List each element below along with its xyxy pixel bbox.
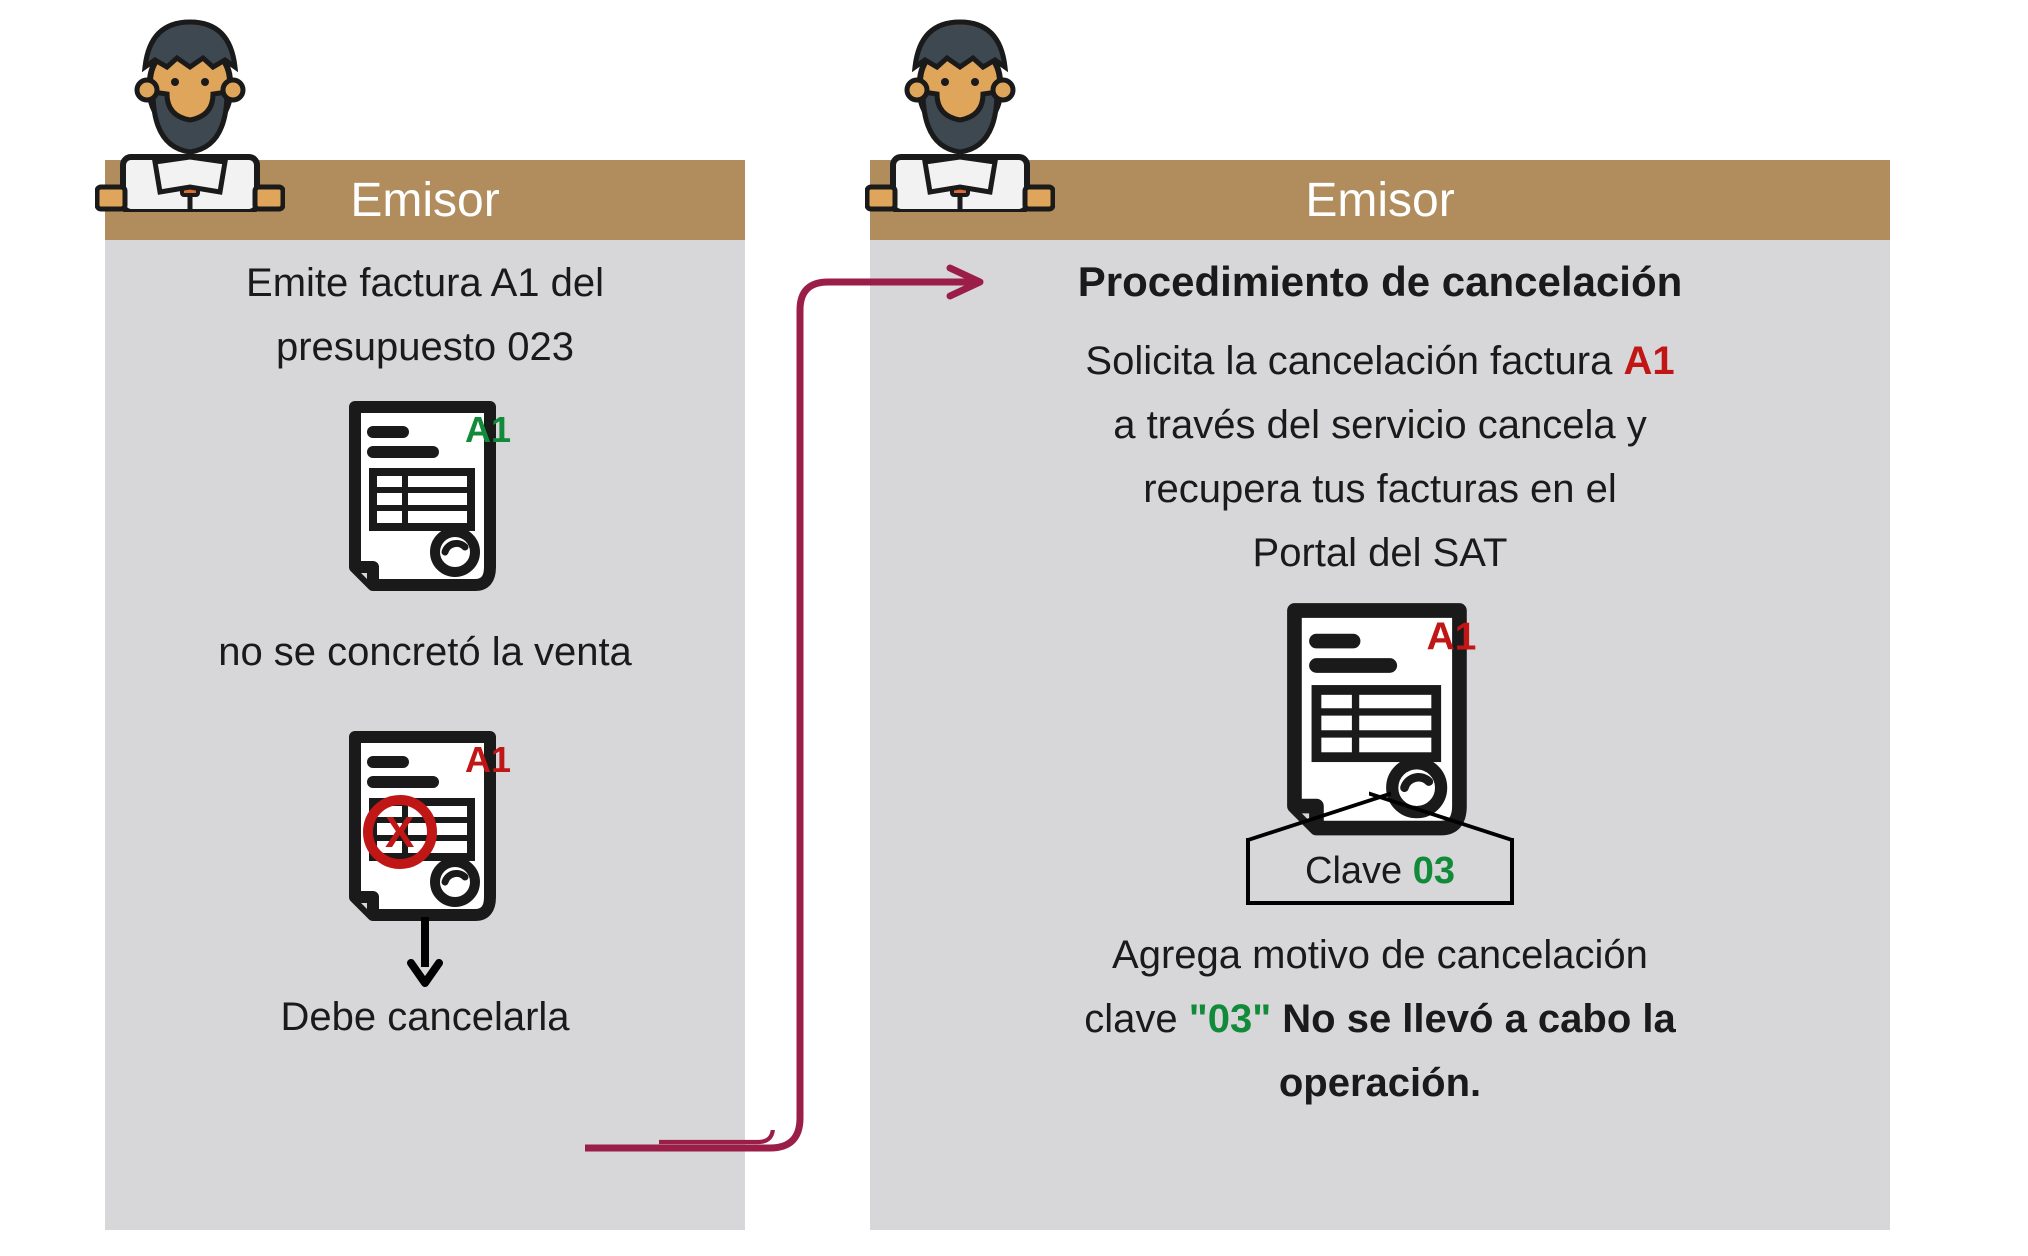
person-emisor-icon xyxy=(865,12,1055,212)
clave-num: 03 xyxy=(1413,850,1455,892)
right-line1: Solicita la cancelación factura A1 xyxy=(910,336,1850,386)
invoice-cancel-icon: A1 X xyxy=(335,727,515,927)
left-line1: Emite factura A1 del xyxy=(145,258,705,308)
clave-label-text: Clave xyxy=(1305,850,1413,892)
left-line3: no se concretó la venta xyxy=(145,627,705,677)
right-line7: operación. xyxy=(910,1058,1850,1108)
invoice-label: A1 xyxy=(465,409,511,450)
right-line6: clave "03" No se llevó a cabo la xyxy=(910,994,1850,1044)
panel-emisor-left: Emisor Emite factura A1 del presupuesto … xyxy=(105,160,745,1230)
right-line1b: A1 xyxy=(1623,339,1674,383)
clave-label-box: Clave 03 xyxy=(910,838,1850,905)
right-line3: recupera tus facturas en el xyxy=(910,464,1850,514)
panel-emisor-right: Emisor Procedimiento de cancelación Soli… xyxy=(870,160,1890,1230)
right-line6b: "03" xyxy=(1189,997,1271,1041)
svg-text:A1: A1 xyxy=(465,739,511,780)
right-line6a: clave xyxy=(1084,997,1189,1041)
right-line5: Agrega motivo de cancelación xyxy=(910,930,1850,980)
left-line4: Debe cancelarla xyxy=(145,992,705,1042)
person-emisor-icon xyxy=(95,12,285,212)
right-heading: Procedimiento de cancelación xyxy=(910,258,1850,306)
right-line1a: Solicita la cancelación factura xyxy=(1085,339,1623,383)
panel-title-right: Emisor xyxy=(1305,173,1454,228)
svg-text:A1: A1 xyxy=(1426,616,1476,659)
right-line2: a través del servicio cancela y xyxy=(910,400,1850,450)
left-line2: presupuesto 023 xyxy=(145,322,705,372)
svg-text:X: X xyxy=(385,808,414,857)
right-line6c: No se llevó a cabo la xyxy=(1271,997,1676,1041)
invoice-icon: A1 xyxy=(335,397,515,597)
arrow-down-icon xyxy=(145,917,705,987)
panel-title-left: Emisor xyxy=(350,173,499,228)
right-line4: Portal del SAT xyxy=(910,528,1850,578)
invoice-icon: A1 xyxy=(1270,598,1490,843)
